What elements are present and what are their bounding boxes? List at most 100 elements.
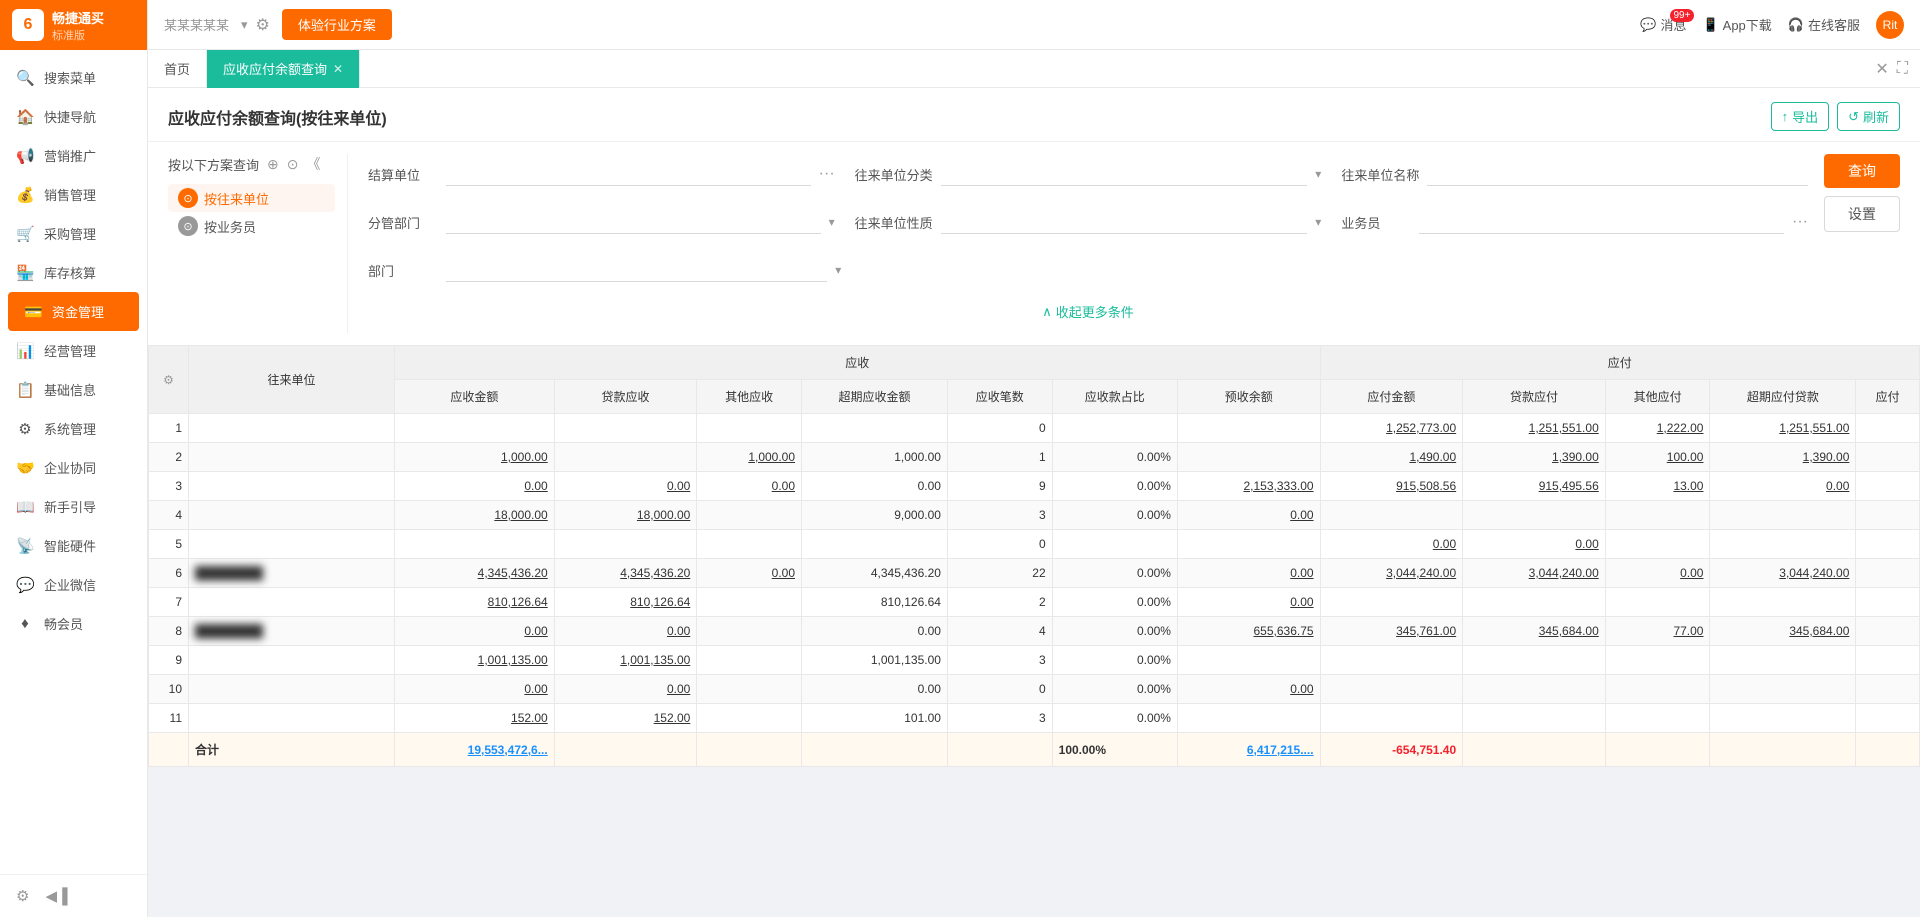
- ap-other[interactable]: [1605, 588, 1710, 617]
- filter-option-by-unit[interactable]: ⊙ 按往来单位: [168, 184, 335, 212]
- scheme-settings-icon[interactable]: ⊙: [287, 156, 299, 173]
- unit-nature-input[interactable]: [941, 210, 1308, 234]
- tab-close-icon[interactable]: ✕: [333, 62, 343, 76]
- ap-amount[interactable]: [1320, 646, 1463, 675]
- ap-other[interactable]: [1605, 646, 1710, 675]
- ap-amount[interactable]: 345,761.00: [1320, 617, 1463, 646]
- ar-loan[interactable]: 152.00: [554, 704, 697, 733]
- messages-button[interactable]: 💬 消息 99+: [1640, 15, 1686, 34]
- ar-loan[interactable]: [554, 443, 697, 472]
- scheme-collapse-icon[interactable]: 《: [306, 154, 320, 174]
- tab-close-all-icon[interactable]: ✕: [1875, 59, 1888, 79]
- promo-button[interactable]: 体验行业方案: [282, 9, 392, 40]
- ap-loan[interactable]: 1,251,551.00: [1463, 414, 1606, 443]
- ar-amount[interactable]: 1,001,135.00: [394, 646, 554, 675]
- ar-other[interactable]: [697, 588, 802, 617]
- ar-other[interactable]: [697, 617, 802, 646]
- ar-other[interactable]: [697, 646, 802, 675]
- ar-other[interactable]: [697, 704, 802, 733]
- unit-category-input[interactable]: [941, 162, 1308, 186]
- footer-ar-prepay[interactable]: 6,417,215....: [1177, 733, 1320, 767]
- ar-loan[interactable]: [554, 530, 697, 559]
- ar-amount[interactable]: 1,000.00: [394, 443, 554, 472]
- refresh-button[interactable]: ↺ 刷新: [1837, 102, 1900, 131]
- sidebar-item-enterprise[interactable]: 🤝 企业协同: [0, 448, 147, 487]
- ap-loan[interactable]: [1463, 646, 1606, 675]
- footer-ar-amount[interactable]: 19,553,472,6...: [394, 733, 554, 767]
- ar-loan[interactable]: 1,001,135.00: [554, 646, 697, 675]
- ap-other[interactable]: [1605, 530, 1710, 559]
- tab-ar-ap[interactable]: 应收应付余额查询 ✕: [207, 50, 360, 88]
- ar-loan[interactable]: 0.00: [554, 617, 697, 646]
- export-button[interactable]: ↑ 导出: [1771, 102, 1830, 131]
- table-settings-icon[interactable]: ⚙: [163, 373, 174, 387]
- ap-overdue[interactable]: [1710, 704, 1856, 733]
- ap-overdue[interactable]: [1710, 646, 1856, 675]
- sidebar-item-quick-nav[interactable]: 🏠 快捷导航: [0, 97, 147, 136]
- department-input[interactable]: [446, 258, 827, 282]
- ar-prepay[interactable]: [1177, 414, 1320, 443]
- ar-loan[interactable]: 4,345,436.20: [554, 559, 697, 588]
- ar-loan[interactable]: 0.00: [554, 472, 697, 501]
- sidebar-item-system[interactable]: ⚙ 系统管理: [0, 409, 147, 448]
- ar-amount[interactable]: 152.00: [394, 704, 554, 733]
- ap-other[interactable]: 1,222.00: [1605, 414, 1710, 443]
- ap-other[interactable]: [1605, 704, 1710, 733]
- filter-settings-button[interactable]: 设置: [1824, 196, 1900, 232]
- ar-amount[interactable]: 810,126.64: [394, 588, 554, 617]
- ar-amount[interactable]: 0.00: [394, 472, 554, 501]
- ap-other[interactable]: [1605, 675, 1710, 704]
- query-button[interactable]: 查询: [1824, 154, 1900, 188]
- ap-amount[interactable]: [1320, 588, 1463, 617]
- ap-amount[interactable]: [1320, 704, 1463, 733]
- ap-overdue[interactable]: 1,251,551.00: [1710, 414, 1856, 443]
- ar-prepay[interactable]: [1177, 704, 1320, 733]
- ar-prepay[interactable]: [1177, 646, 1320, 675]
- tab-expand-icon[interactable]: ⛶: [1897, 60, 1908, 78]
- ap-overdue[interactable]: 0.00: [1710, 472, 1856, 501]
- ar-amount[interactable]: 0.00: [394, 675, 554, 704]
- chevron-down-icon[interactable]: ▾: [241, 17, 248, 33]
- ar-other[interactable]: [697, 501, 802, 530]
- topbar-settings-icon[interactable]: ⚙: [256, 15, 270, 35]
- ar-other[interactable]: 0.00: [697, 472, 802, 501]
- ar-prepay[interactable]: [1177, 530, 1320, 559]
- sidebar-item-marketing[interactable]: 📢 营销推广: [0, 136, 147, 175]
- ar-amount[interactable]: [394, 414, 554, 443]
- user-avatar[interactable]: Rit: [1876, 11, 1904, 39]
- ap-amount[interactable]: [1320, 675, 1463, 704]
- ap-loan[interactable]: 345,684.00: [1463, 617, 1606, 646]
- collapse-filter-button[interactable]: ∧ 收起更多条件: [1042, 298, 1134, 325]
- ap-amount[interactable]: 1,490.00: [1320, 443, 1463, 472]
- sidebar-item-purchase[interactable]: 🛒 采购管理: [0, 214, 147, 253]
- ap-other[interactable]: [1605, 501, 1710, 530]
- settlement-unit-input[interactable]: [446, 162, 811, 186]
- sidebar-item-operations[interactable]: 📊 经营管理: [0, 331, 147, 370]
- sidebar-item-funds[interactable]: 💳 资金管理: [8, 292, 139, 331]
- ar-loan[interactable]: [554, 414, 697, 443]
- ap-loan[interactable]: [1463, 704, 1606, 733]
- ar-amount[interactable]: 4,345,436.20: [394, 559, 554, 588]
- ap-overdue[interactable]: 1,390.00: [1710, 443, 1856, 472]
- ap-loan[interactable]: 915,495.56: [1463, 472, 1606, 501]
- ar-other[interactable]: 0.00: [697, 559, 802, 588]
- ar-other[interactable]: 1,000.00: [697, 443, 802, 472]
- ap-amount[interactable]: 0.00: [1320, 530, 1463, 559]
- ap-amount[interactable]: 915,508.56: [1320, 472, 1463, 501]
- sidebar-item-wechat[interactable]: 💬 企业微信: [0, 565, 147, 604]
- ar-amount[interactable]: 0.00: [394, 617, 554, 646]
- ap-other[interactable]: 100.00: [1605, 443, 1710, 472]
- ap-other[interactable]: 0.00: [1605, 559, 1710, 588]
- ar-loan[interactable]: 810,126.64: [554, 588, 697, 617]
- unit-name-input[interactable]: [1427, 162, 1808, 186]
- ap-overdue[interactable]: [1710, 501, 1856, 530]
- ar-other[interactable]: [697, 675, 802, 704]
- ap-other[interactable]: 13.00: [1605, 472, 1710, 501]
- ar-loan[interactable]: 18,000.00: [554, 501, 697, 530]
- ap-amount[interactable]: 1,252,773.00: [1320, 414, 1463, 443]
- ar-prepay[interactable]: [1177, 443, 1320, 472]
- ap-loan[interactable]: [1463, 588, 1606, 617]
- ar-other[interactable]: [697, 530, 802, 559]
- ar-prepay[interactable]: 0.00: [1177, 559, 1320, 588]
- ap-overdue[interactable]: 3,044,240.00: [1710, 559, 1856, 588]
